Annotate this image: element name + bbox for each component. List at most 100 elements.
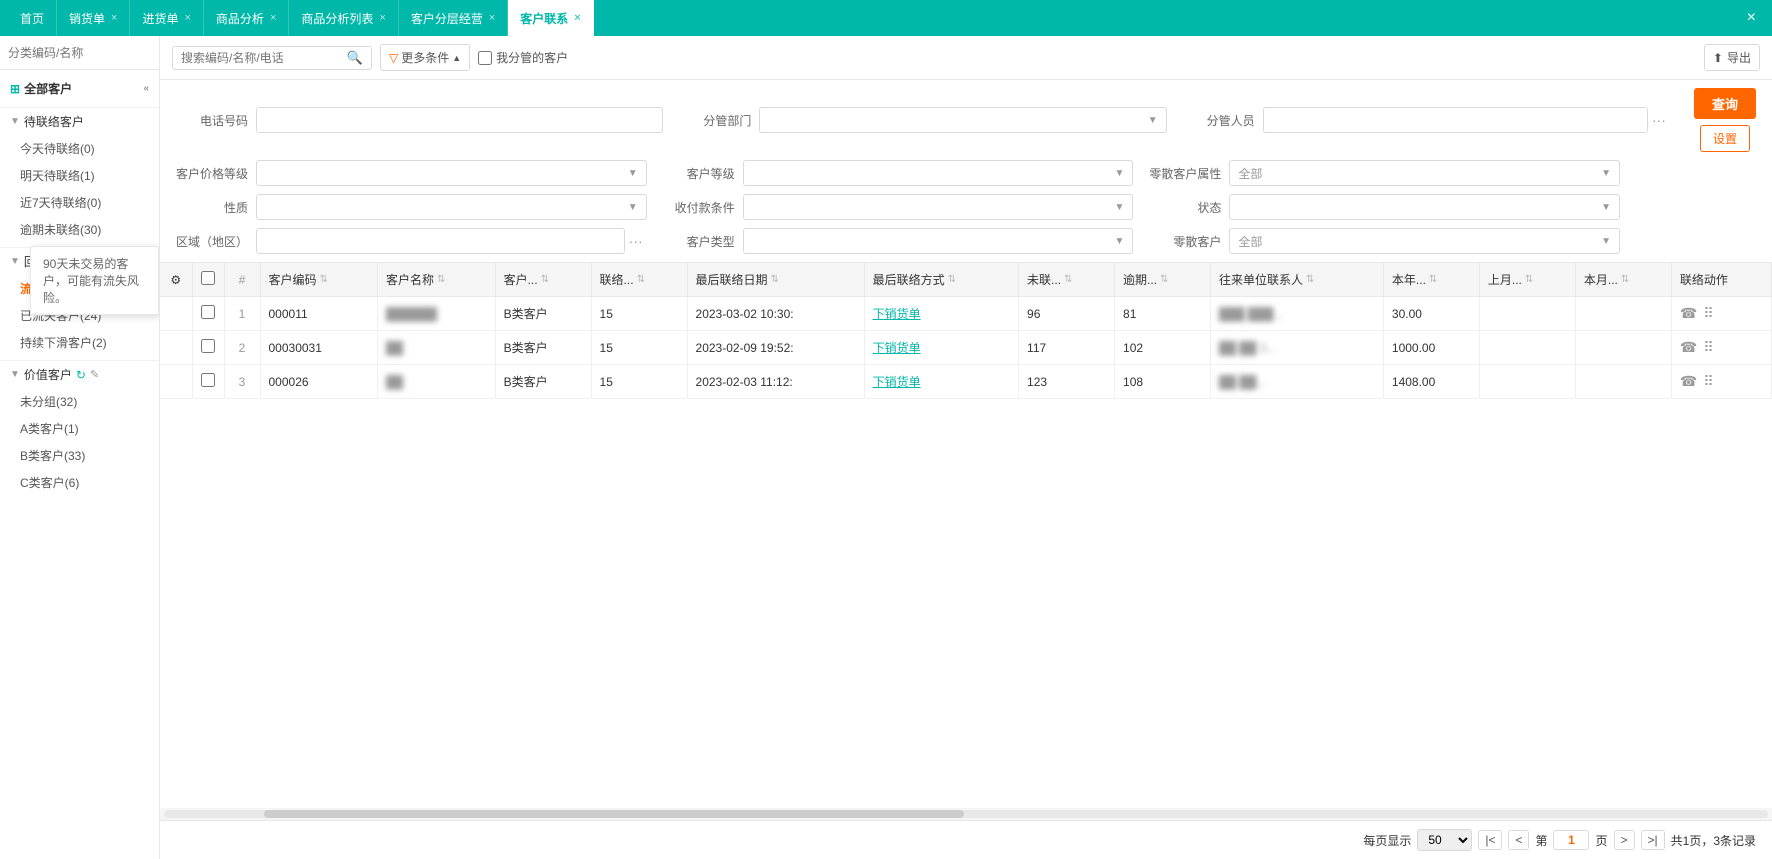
per-page-select[interactable]: 50 20 100 <box>1417 829 1472 851</box>
filter-status-select[interactable]: ▼ <box>1229 194 1620 220</box>
scrollbar-thumb[interactable] <box>264 810 964 818</box>
col-customer-code[interactable]: 客户编码 ⇅ <box>260 263 378 297</box>
contact-action-icon[interactable]: ☎ <box>1680 339 1697 356</box>
prev-page-button[interactable]: < <box>1508 830 1529 850</box>
sidebar-all-customers[interactable]: ⊞ 全部客户 « <box>0 74 159 103</box>
row-checkbox[interactable] <box>201 305 215 319</box>
col-contact2[interactable]: 往来单位联系人 ⇅ <box>1211 263 1384 297</box>
sidebar-section-pending-label: 待联络客户 <box>24 113 84 130</box>
chevron-down-icon: ▼ <box>1601 202 1611 213</box>
tab-customer-contact[interactable]: 客户联系 × <box>508 0 593 36</box>
setting-button[interactable]: 设置 <box>1700 125 1750 152</box>
first-page-button[interactable]: |< <box>1478 830 1502 850</box>
sort-icon: ⇅ <box>1429 274 1437 285</box>
tab-product-list[interactable]: 商品分析列表 × <box>289 0 398 36</box>
window-close-button[interactable]: × <box>1739 9 1764 27</box>
sidebar-item-class-c[interactable]: C类客户(6) <box>0 469 159 496</box>
scrollbar-track[interactable] <box>164 810 1768 818</box>
col-last-contact-date[interactable]: 最后联络日期 ⇅ <box>687 263 864 297</box>
tab-customer-tier[interactable]: 客户分层经营 × <box>399 0 508 36</box>
col-overdue[interactable]: 逾期... ⇅ <box>1115 263 1211 297</box>
contact-action-icon[interactable]: ☎ <box>1680 305 1697 322</box>
tab-product-analysis[interactable]: 商品分析 × <box>204 0 289 36</box>
filter-nature: 性质 ▼ <box>176 194 663 220</box>
edit-icon[interactable]: ✎ <box>90 368 99 381</box>
filter-more-icon[interactable]: ··· <box>1648 112 1670 128</box>
sidebar-item-today-contact[interactable]: 今天待联络(0) <box>0 135 159 162</box>
filter-retail-attr-select[interactable]: 全部 ▼ <box>1229 160 1620 186</box>
row-action: ☎ ⠿ <box>1671 331 1771 365</box>
filter-manager-select[interactable] <box>1263 107 1648 133</box>
tab-purchase[interactable]: 进货单 × <box>130 0 203 36</box>
next-page-button[interactable]: > <box>1614 830 1635 850</box>
filter-dept-select[interactable]: ▼ <box>759 107 1166 133</box>
close-icon[interactable]: × <box>270 12 276 24</box>
table-row: 2 00030031 ██ B类客户 15 2023-02-09 19:52: … <box>160 331 1772 365</box>
sidebar-item-overdue-contact[interactable]: 逾期未联络(30) <box>0 216 159 243</box>
close-icon[interactable]: × <box>184 12 190 24</box>
col-this-month[interactable]: 本月... ⇅ <box>1575 263 1671 297</box>
sidebar-item-7day-contact[interactable]: 近7天待联络(0) <box>0 189 159 216</box>
table-row: 3 000026 ██ B类客户 15 2023-02-03 11:12: 下销… <box>160 365 1772 399</box>
contact-action-icon[interactable]: ☎ <box>1680 373 1697 390</box>
my-customers-checkbox-label[interactable]: 我分管的客户 <box>478 49 568 66</box>
select-all-checkbox[interactable] <box>201 271 215 285</box>
horizontal-scrollbar[interactable] <box>160 808 1772 820</box>
filter-customer-type-select[interactable]: ▼ <box>743 228 1134 254</box>
more-action-icon[interactable]: ⠿ <box>1703 373 1713 390</box>
toolbar-search[interactable]: 🔍 <box>172 46 372 70</box>
col-uncontacted[interactable]: 未联... ⇅ <box>1019 263 1115 297</box>
my-customers-checkbox[interactable] <box>478 51 492 65</box>
chevron-down-icon: ▼ <box>628 168 638 179</box>
col-last-month[interactable]: 上月... ⇅ <box>1479 263 1575 297</box>
sidebar-section-pending[interactable]: ▼ 待联络客户 <box>0 107 159 135</box>
collapse-icon[interactable]: « <box>143 83 149 94</box>
row-last-contact-method[interactable]: 下销货单 <box>864 297 1018 331</box>
more-action-icon[interactable]: ⠿ <box>1703 339 1713 356</box>
row-last-contact-method[interactable]: 下销货单 <box>864 331 1018 365</box>
sidebar-search-input[interactable] <box>8 46 160 60</box>
close-icon[interactable]: × <box>489 12 495 24</box>
filter-nature-select[interactable]: ▼ <box>256 194 647 220</box>
sidebar-search-bar[interactable]: 🔍 <box>0 36 159 70</box>
filter-phone-input[interactable] <box>256 107 663 133</box>
col-customer-name[interactable]: 客户名称 ⇅ <box>378 263 496 297</box>
row-this-month <box>1575 297 1671 331</box>
col-contact-count[interactable]: 联络... ⇅ <box>591 263 687 297</box>
row-checkbox[interactable] <box>201 339 215 353</box>
close-icon[interactable]: × <box>574 12 580 24</box>
query-button[interactable]: 查询 <box>1694 88 1756 119</box>
close-icon[interactable]: × <box>379 12 385 24</box>
row-last-contact-method[interactable]: 下销货单 <box>864 365 1018 399</box>
sidebar-item-tomorrow-contact[interactable]: 明天待联络(1) <box>0 162 159 189</box>
refresh-icon[interactable]: ↻ <box>76 368 86 382</box>
filter-region-input[interactable] <box>256 228 625 254</box>
col-gear[interactable]: ⚙ <box>160 263 192 297</box>
row-checkbox[interactable] <box>201 373 215 387</box>
sidebar-item-class-a[interactable]: A类客户(1) <box>0 415 159 442</box>
sidebar-item-class-b[interactable]: B类客户(33) <box>0 442 159 469</box>
col-this-year[interactable]: 本年... ⇅ <box>1383 263 1479 297</box>
tab-sales[interactable]: 销货单 × <box>57 0 130 36</box>
page-number-input[interactable]: 1 <box>1553 830 1589 850</box>
col-customer-type[interactable]: 客户... ⇅ <box>495 263 591 297</box>
more-action-icon[interactable]: ⠿ <box>1703 305 1713 322</box>
filter-payment-select[interactable]: ▼ <box>743 194 1134 220</box>
more-conditions-button[interactable]: ▽ 更多条件 ▲ <box>380 44 470 71</box>
filter-retail-customer-select[interactable]: 全部 ▼ <box>1229 228 1620 254</box>
filter-customer-grade-select[interactable]: ▼ <box>743 160 1134 186</box>
sidebar-section-value[interactable]: ▼ 价值客户 ↻ ✎ <box>0 360 159 388</box>
col-last-contact-method[interactable]: 最后联络方式 ⇅ <box>864 263 1018 297</box>
search-icon[interactable]: 🔍 <box>347 50 363 66</box>
sidebar-item-declining[interactable]: 持续下滑客户(2) <box>0 329 159 356</box>
last-page-button[interactable]: >| <box>1641 830 1665 850</box>
tab-home[interactable]: 首页 <box>8 0 57 36</box>
filter-price-grade-select[interactable]: ▼ <box>256 160 647 186</box>
export-button[interactable]: ⬆ 导出 <box>1704 44 1760 71</box>
grid-icon: ⊞ <box>10 82 20 96</box>
search-input[interactable] <box>181 51 347 65</box>
close-icon[interactable]: × <box>111 12 117 24</box>
gear-icon[interactable]: ⚙ <box>170 273 181 287</box>
filter-more-icon[interactable]: ··· <box>625 233 647 249</box>
sidebar-item-ungrouped[interactable]: 未分组(32) <box>0 388 159 415</box>
